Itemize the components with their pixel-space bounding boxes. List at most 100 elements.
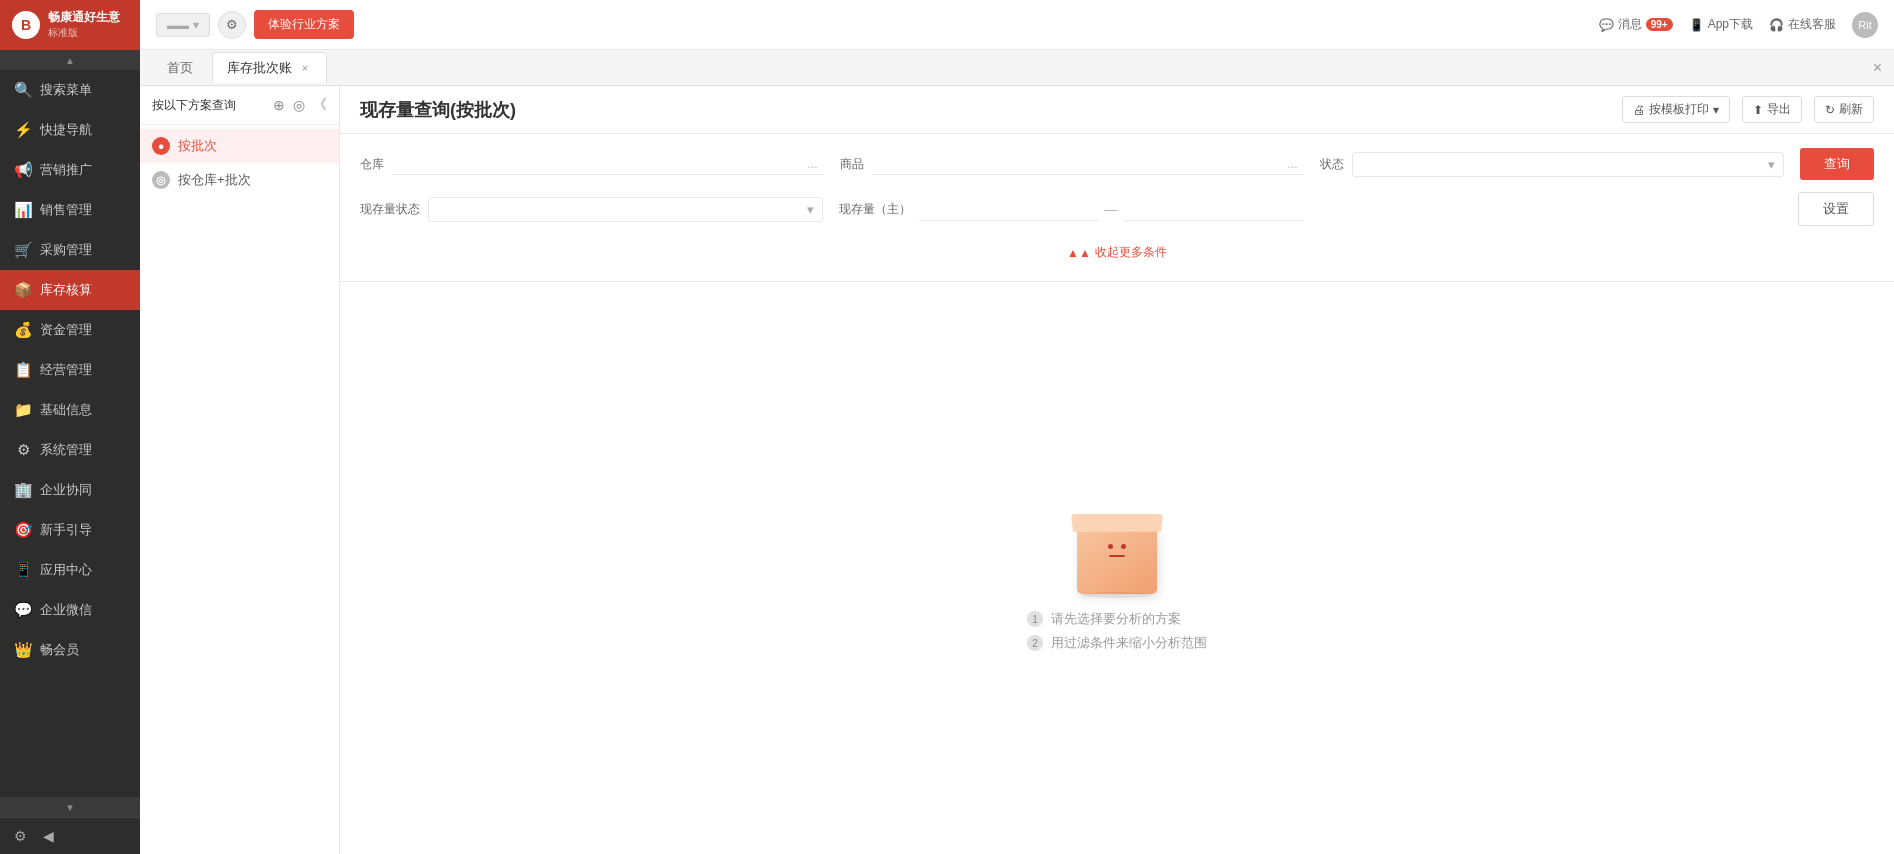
user-avatar-btn[interactable]: Rit [1852, 12, 1878, 38]
message-btn[interactable]: 💬 消息 99+ [1599, 16, 1673, 33]
scheme-dot-active: ● [152, 137, 170, 155]
collapse-panel-icon[interactable]: 《 [313, 96, 327, 114]
collapse-text: 收起更多条件 [1095, 244, 1167, 261]
sidebar-item-vip[interactable]: 👑 畅会员 [0, 630, 140, 670]
user-avatar: Rit [1852, 12, 1878, 38]
warehouse-input[interactable]: … [392, 154, 824, 175]
sidebar-item-system[interactable]: ⚙ 系统管理 [0, 430, 140, 470]
tab-home[interactable]: 首页 [152, 52, 208, 83]
warehouse-label: 仓库 [360, 156, 392, 173]
sidebar-item-search[interactable]: 🔍 搜索菜单 [0, 70, 140, 110]
topbar: ▬▬ ▾ ⚙ 体验行业方案 💬 消息 99+ 📱 App下载 🎧 在线客服 [140, 0, 1894, 50]
inventory-status-select[interactable]: ▾ [428, 197, 823, 222]
sidebar-item-purchase[interactable]: 🛒 采购管理 [0, 230, 140, 270]
sidebar-item-label: 应用中心 [40, 561, 92, 579]
sidebar-item-label: 快捷导航 [40, 121, 92, 139]
sidebar-item-enterprise[interactable]: 🏢 企业协同 [0, 470, 140, 510]
export-btn[interactable]: ⬆ 导出 [1742, 96, 1802, 123]
scheme-item-by-warehouse-batch[interactable]: ◎ 按仓库+批次 [140, 163, 339, 197]
footer-collapse-icon[interactable]: ◀ [43, 828, 54, 844]
settings-btn[interactable]: 设置 [1798, 192, 1874, 226]
add-scheme-icon[interactable]: ⊕ [273, 97, 285, 113]
sidebar-item-finance[interactable]: 💰 资金管理 [0, 310, 140, 350]
finance-icon: 💰 [14, 321, 32, 339]
page-title: 现存量查询(按批次) [360, 98, 516, 122]
export-icon: ⬆ [1753, 103, 1763, 117]
app-download-btn[interactable]: 📱 App下载 [1689, 16, 1753, 33]
eye-left [1108, 544, 1113, 549]
refresh-btn[interactable]: ↻ 刷新 [1814, 96, 1874, 123]
product-input[interactable]: … [872, 154, 1304, 175]
tab-close-icon[interactable]: × [298, 61, 312, 75]
inventory-status-label: 现存量状态 [360, 201, 428, 218]
left-panel-actions: ⊕ ◎ 《 [273, 96, 327, 114]
operations-icon: 📋 [14, 361, 32, 379]
status-label: 状态 [1320, 156, 1352, 173]
hint-num-2: 2 [1027, 635, 1043, 651]
user-initial: Rit [1858, 19, 1871, 31]
box-lid [1071, 514, 1163, 532]
scheme-settings-icon[interactable]: ◎ [293, 97, 305, 113]
topbar-settings-btn[interactable]: ⚙ [218, 11, 246, 39]
sidebar-item-operations[interactable]: 📋 经营管理 [0, 350, 140, 390]
left-panel-title: 按以下方案查询 [152, 97, 236, 114]
sidebar-item-basic-info[interactable]: 📁 基础信息 [0, 390, 140, 430]
online-service-btn[interactable]: 🎧 在线客服 [1769, 16, 1836, 33]
sidebar-item-label: 资金管理 [40, 321, 92, 339]
box-eyes [1108, 544, 1126, 549]
quick-nav-icon: ⚡ [14, 121, 32, 139]
sidebar-item-label: 畅会员 [40, 641, 79, 659]
sidebar-item-quick-nav[interactable]: ⚡ 快捷导航 [0, 110, 140, 150]
new-guide-icon: 🎯 [14, 521, 32, 539]
app-title-block: 畅康通好生意 标准版 [48, 10, 120, 40]
vip-icon: 👑 [14, 641, 32, 659]
qty-max-input[interactable] [1124, 198, 1303, 221]
app-download-label: App下载 [1708, 16, 1753, 33]
status-select[interactable]: ▾ [1352, 152, 1784, 177]
tab-batch-account[interactable]: 库存批次账 × [212, 52, 327, 83]
page-header: 现存量查询(按批次) 🖨 按模板打印 ▾ ⬆ 导出 ↻ 刷新 [340, 86, 1894, 134]
chevron-down-icon: ▾ [193, 18, 199, 32]
footer-settings-icon[interactable]: ⚙ [14, 828, 27, 844]
sidebar-scroll-down[interactable]: ▼ [0, 797, 140, 817]
tab-batch-account-label: 库存批次账 [227, 59, 292, 77]
inventory-icon: 📦 [14, 281, 32, 299]
print-dropdown-icon: ▾ [1713, 103, 1719, 117]
topbar-right: 💬 消息 99+ 📱 App下载 🎧 在线客服 Rit [1599, 12, 1878, 38]
filter-row-2: 现存量状态 ▾ 现存量（主） — [360, 192, 1874, 226]
sidebar-item-new-guide[interactable]: 🎯 新手引导 [0, 510, 140, 550]
sidebar-item-label: 新手引导 [40, 521, 92, 539]
print-icon: 🖨 [1633, 103, 1645, 117]
enterprise-icon: 🏢 [14, 481, 32, 499]
trial-btn[interactable]: 体验行业方案 [254, 10, 354, 39]
sidebar-item-app-center[interactable]: 📱 应用中心 [0, 550, 140, 590]
filter-product: 商品 … [840, 154, 1304, 175]
warehouse-dots: … [807, 158, 818, 170]
sidebar-item-inventory[interactable]: 📦 库存核算 [0, 270, 140, 310]
sidebar-item-enterprise-wx[interactable]: 💬 企业微信 [0, 590, 140, 630]
sidebar-scroll-up[interactable]: ▲ [0, 50, 140, 70]
marketing-icon: 📢 [14, 161, 32, 179]
tab-bar-close-btn[interactable]: × [1873, 59, 1882, 77]
refresh-icon: ↻ [1825, 103, 1835, 117]
scheme-item-by-batch[interactable]: ● 按批次 [140, 129, 339, 163]
sidebar-header: B 畅康通好生意 标准版 [0, 0, 140, 50]
query-btn[interactable]: 查询 [1800, 148, 1874, 180]
collapse-bar[interactable]: ▲▲ 收起更多条件 [360, 238, 1874, 267]
filter-inventory-status: 现存量状态 ▾ [360, 197, 823, 222]
box-mouth [1109, 555, 1125, 557]
box-shadow [1082, 592, 1152, 598]
topbar-breadcrumb[interactable]: ▬▬ ▾ [156, 13, 210, 37]
template-print-btn[interactable]: 🖨 按模板打印 ▾ [1622, 96, 1730, 123]
inv-status-chevron-icon: ▾ [807, 202, 814, 217]
sidebar-item-marketing[interactable]: 📢 营销推广 [0, 150, 140, 190]
sidebar-item-sales[interactable]: 📊 销售管理 [0, 190, 140, 230]
inventory-qty-label: 现存量（主） [839, 201, 919, 218]
online-service-label: 在线客服 [1788, 16, 1836, 33]
right-content: 现存量查询(按批次) 🖨 按模板打印 ▾ ⬆ 导出 ↻ 刷新 [340, 86, 1894, 854]
qty-min-input[interactable] [919, 198, 1098, 221]
app-logo: B [12, 11, 40, 39]
sidebar-item-label: 营销推广 [40, 161, 92, 179]
tab-bar: 首页 库存批次账 × × [140, 50, 1894, 86]
scheme-dot-inactive: ◎ [152, 171, 170, 189]
